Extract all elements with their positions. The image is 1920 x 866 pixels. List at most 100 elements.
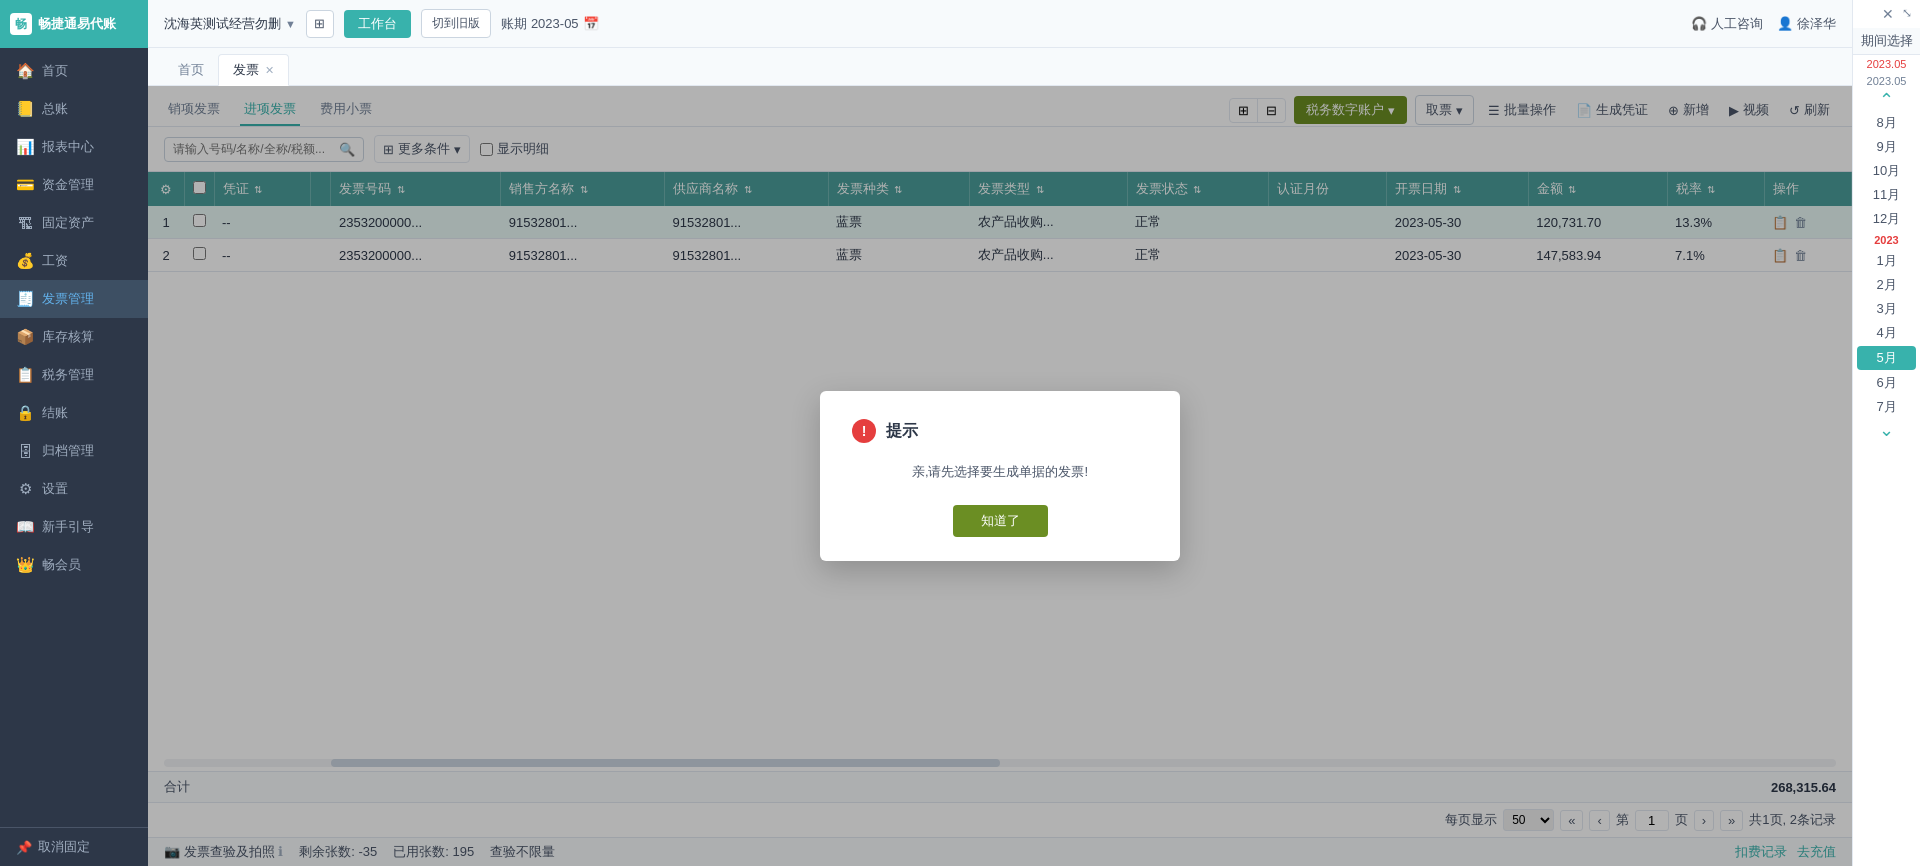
chevron-down-icon: ⌄ bbox=[1879, 419, 1894, 441]
period-label: 账期 bbox=[501, 15, 527, 33]
period-month-4[interactable]: 4月 bbox=[1853, 321, 1920, 345]
sidebar-footer-unpin[interactable]: 📌 取消固定 bbox=[0, 827, 148, 866]
ledger-icon: 📒 bbox=[16, 100, 34, 118]
period-month-12[interactable]: 12月 bbox=[1853, 207, 1920, 231]
chevron-up[interactable]: ⌃ bbox=[1853, 89, 1920, 111]
sidebar-label-archive: 归档管理 bbox=[42, 442, 94, 460]
period-month-2[interactable]: 2月 bbox=[1853, 273, 1920, 297]
modal-ok-button[interactable]: 知道了 bbox=[953, 505, 1048, 537]
period-month-9[interactable]: 9月 bbox=[1853, 135, 1920, 159]
sidebar-label-assets: 固定资产 bbox=[42, 214, 94, 232]
period-panel: ✕ ⤡ 期间选择 2023.05 2023.05 ⌃ 8月 9月 10月 11月… bbox=[1852, 0, 1920, 866]
sidebar-item-ledger[interactable]: 📒 总账 bbox=[0, 90, 148, 128]
modal-dialog: ! 提示 亲,请先选择要生成单据的发票! 知道了 bbox=[820, 391, 1180, 561]
panel-controls: ✕ ⤡ bbox=[1853, 0, 1920, 28]
sidebar-item-inventory[interactable]: 📦 库存核算 bbox=[0, 318, 148, 356]
sidebar-label-home: 首页 bbox=[42, 62, 68, 80]
sidebar-label-reports: 报表中心 bbox=[42, 138, 94, 156]
period-month-5-active[interactable]: 5月 bbox=[1857, 346, 1916, 370]
assets-icon: 🏗 bbox=[16, 215, 34, 232]
sidebar-item-salary[interactable]: 💰 工资 bbox=[0, 242, 148, 280]
modal-message: 亲,请先选择要生成单据的发票! bbox=[852, 463, 1148, 481]
close-panel-button[interactable]: ✕ bbox=[1878, 4, 1898, 24]
guide-icon: 📖 bbox=[16, 518, 34, 536]
sidebar-item-settings[interactable]: ⚙ 设置 bbox=[0, 470, 148, 508]
close-tab-icon[interactable]: ✕ bbox=[265, 64, 274, 77]
period-month-7[interactable]: 7月 bbox=[1853, 395, 1920, 419]
settings-icon: ⚙ bbox=[16, 480, 34, 498]
content-area: 销项发票 进项发票 费用小票 ⊞ ⊟ 税务数字账户 ▾ 取票 ▾ bbox=[148, 86, 1852, 866]
sidebar-menu: 🏠 首页 📒 总账 📊 报表中心 💳 资金管理 🏗 固定资产 💰 工资 🧾 发票… bbox=[0, 48, 148, 827]
user-icon: 👤 bbox=[1777, 16, 1793, 31]
sidebar-label-invoice: 发票管理 bbox=[42, 290, 94, 308]
period-year-top2: 2023.05 bbox=[1853, 73, 1920, 89]
headset-icon: 🎧 bbox=[1691, 16, 1707, 31]
sidebar-label-settings: 设置 bbox=[42, 480, 68, 498]
sidebar-item-funds[interactable]: 💳 资金管理 bbox=[0, 166, 148, 204]
period-year-top: 2023.05 bbox=[1853, 55, 1920, 73]
modal-title: 提示 bbox=[886, 421, 918, 442]
pin-icon: 📌 bbox=[16, 840, 32, 855]
sidebar-item-close[interactable]: 🔒 结账 bbox=[0, 394, 148, 432]
workspace-button[interactable]: 工作台 bbox=[344, 10, 411, 38]
chevron-down[interactable]: ⌄ bbox=[1853, 419, 1920, 441]
tabbar: 首页 发票 ✕ bbox=[148, 48, 1852, 86]
period-month-10[interactable]: 10月 bbox=[1853, 159, 1920, 183]
chevron-up-icon: ⌃ bbox=[1879, 89, 1894, 111]
calendar-icon: 📅 bbox=[583, 16, 599, 31]
grid-icon: ⊞ bbox=[314, 16, 325, 31]
sidebar-item-archive[interactable]: 🗄 归档管理 bbox=[0, 432, 148, 470]
warning-icon: ! bbox=[852, 419, 876, 443]
period-month-1[interactable]: 1月 bbox=[1853, 249, 1920, 273]
sidebar-logo: 畅 畅捷通易代账 bbox=[0, 0, 148, 48]
chevron-down-icon: ▼ bbox=[285, 18, 296, 30]
tab-invoice-label: 发票 bbox=[233, 61, 259, 79]
archive-icon: 🗄 bbox=[16, 443, 34, 460]
sidebar-item-invoice[interactable]: 🧾 发票管理 bbox=[0, 280, 148, 318]
modal-footer: 知道了 bbox=[852, 505, 1148, 537]
sidebar-item-assets[interactable]: 🏗 固定资产 bbox=[0, 204, 148, 242]
sidebar-label-ledger: 总账 bbox=[42, 100, 68, 118]
sidebar-item-guide[interactable]: 📖 新手引导 bbox=[0, 508, 148, 546]
sidebar-item-home[interactable]: 🏠 首页 bbox=[0, 52, 148, 90]
period-month-6[interactable]: 6月 bbox=[1853, 371, 1920, 395]
sidebar-label-member: 畅会员 bbox=[42, 556, 81, 574]
sidebar-label-inventory: 库存核算 bbox=[42, 328, 94, 346]
period-month-8[interactable]: 8月 bbox=[1853, 111, 1920, 135]
main-area: 沈海英测试经营勿删 ▼ ⊞ 工作台 切到旧版 账期 2023-05 📅 🎧 人工… bbox=[148, 0, 1852, 866]
tab-home-label: 首页 bbox=[178, 61, 204, 79]
period-header-text: 期间选择 bbox=[1861, 33, 1913, 48]
service-label: 人工咨询 bbox=[1711, 15, 1763, 33]
close-accounts-icon: 🔒 bbox=[16, 404, 34, 422]
expand-panel-button[interactable]: ⤡ bbox=[1898, 4, 1916, 24]
tab-home[interactable]: 首页 bbox=[164, 55, 218, 85]
logo-text: 畅捷通易代账 bbox=[38, 15, 116, 33]
sidebar-item-member[interactable]: 👑 畅会员 bbox=[0, 546, 148, 584]
company-name: 沈海英测试经营勿删 bbox=[164, 15, 281, 33]
company-settings-button[interactable]: ⊞ bbox=[306, 10, 334, 38]
period-panel-header: 期间选择 bbox=[1853, 28, 1920, 55]
company-selector[interactable]: 沈海英测试经营勿删 ▼ bbox=[164, 15, 296, 33]
topbar: 沈海英测试经营勿删 ▼ ⊞ 工作台 切到旧版 账期 2023-05 📅 🎧 人工… bbox=[148, 0, 1852, 48]
sidebar-label-guide: 新手引导 bbox=[42, 518, 94, 536]
sidebar-item-reports[interactable]: 📊 报表中心 bbox=[0, 128, 148, 166]
period-month-3[interactable]: 3月 bbox=[1853, 297, 1920, 321]
member-icon: 👑 bbox=[16, 556, 34, 574]
topbar-right: 🎧 人工咨询 👤 徐泽华 bbox=[1691, 15, 1836, 33]
logo-icon: 畅 bbox=[10, 13, 32, 35]
period-year-2023[interactable]: 2023 bbox=[1853, 231, 1920, 249]
tab-invoice[interactable]: 发票 ✕ bbox=[218, 54, 289, 86]
reports-icon: 📊 bbox=[16, 138, 34, 156]
funds-icon: 💳 bbox=[16, 176, 34, 194]
sidebar-label-salary: 工资 bbox=[42, 252, 68, 270]
modal-overlay: ! 提示 亲,请先选择要生成单据的发票! 知道了 bbox=[148, 86, 1852, 866]
user-menu[interactable]: 👤 徐泽华 bbox=[1777, 15, 1836, 33]
sidebar-item-tax[interactable]: 📋 税务管理 bbox=[0, 356, 148, 394]
customer-service-button[interactable]: 🎧 人工咨询 bbox=[1691, 15, 1763, 33]
invoice-icon: 🧾 bbox=[16, 290, 34, 308]
user-name: 徐泽华 bbox=[1797, 15, 1836, 33]
old-version-button[interactable]: 切到旧版 bbox=[421, 9, 491, 38]
sidebar-label-funds: 资金管理 bbox=[42, 176, 94, 194]
period-month-11[interactable]: 11月 bbox=[1853, 183, 1920, 207]
period-value: 2023-05 bbox=[531, 16, 579, 31]
